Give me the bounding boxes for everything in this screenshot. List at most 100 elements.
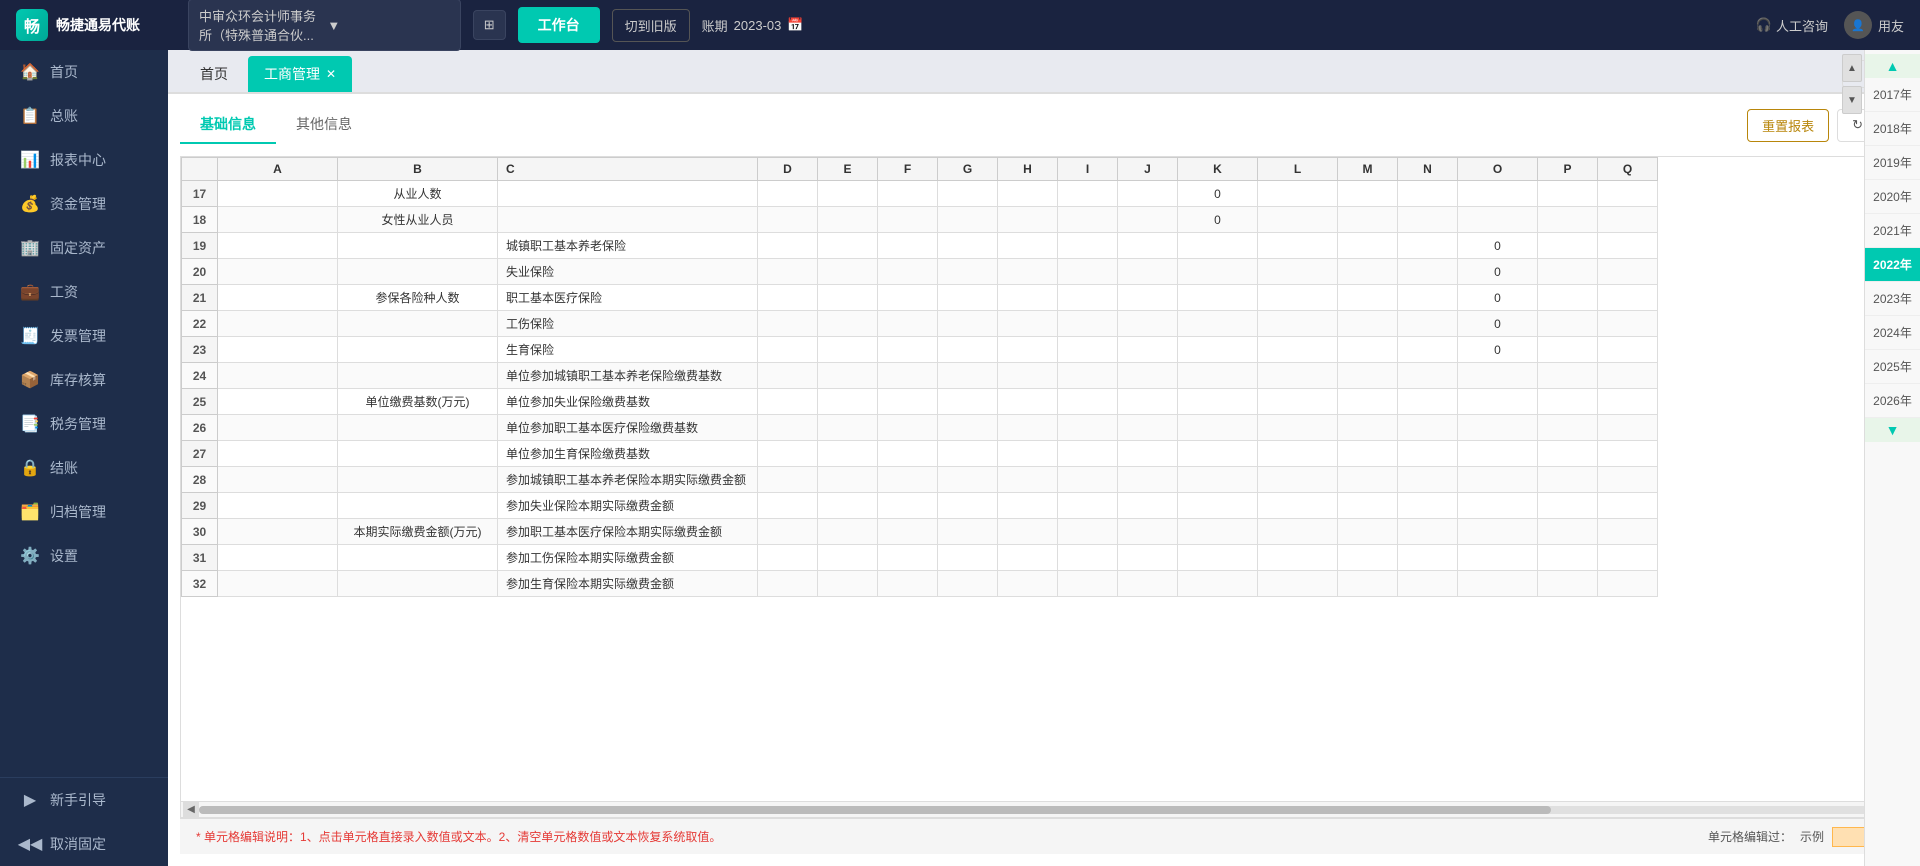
cell-n-30[interactable] bbox=[1398, 519, 1458, 545]
cell-i-32[interactable] bbox=[1058, 571, 1118, 597]
cell-i-17[interactable] bbox=[1058, 181, 1118, 207]
cell-e-19[interactable] bbox=[818, 233, 878, 259]
cell-i-20[interactable] bbox=[1058, 259, 1118, 285]
cell-b-22[interactable] bbox=[338, 311, 498, 337]
sheet-container[interactable]: A B C D E F G H I J K L M bbox=[181, 157, 1907, 801]
cell-j-32[interactable] bbox=[1118, 571, 1178, 597]
cell-b-29[interactable] bbox=[338, 493, 498, 519]
cell-k-27[interactable] bbox=[1178, 441, 1258, 467]
cell-m-24[interactable] bbox=[1338, 363, 1398, 389]
cell-h-19[interactable] bbox=[998, 233, 1058, 259]
cell-n-26[interactable] bbox=[1398, 415, 1458, 441]
cell-n-25[interactable] bbox=[1398, 389, 1458, 415]
user-service[interactable]: 🎧 人工咨询 bbox=[1756, 16, 1828, 35]
cell-d-25[interactable] bbox=[758, 389, 818, 415]
cell-n-24[interactable] bbox=[1398, 363, 1458, 389]
sub-tab-other[interactable]: 其他信息 bbox=[276, 106, 372, 144]
sidebar-item-invoice[interactable]: 🧾 发票管理 bbox=[0, 314, 168, 358]
cell-c-23[interactable]: 生育保险 bbox=[498, 337, 758, 363]
sidebar-item-ledger[interactable]: 📋 总账 bbox=[0, 94, 168, 138]
cell-m-23[interactable] bbox=[1338, 337, 1398, 363]
cell-g-30[interactable] bbox=[938, 519, 998, 545]
cell-j-22[interactable] bbox=[1118, 311, 1178, 337]
cell-l-25[interactable] bbox=[1258, 389, 1338, 415]
cell-a-25[interactable] bbox=[218, 389, 338, 415]
cell-a-17[interactable] bbox=[218, 181, 338, 207]
cell-q-20[interactable] bbox=[1598, 259, 1658, 285]
cell-a-18[interactable] bbox=[218, 207, 338, 233]
cell-a-19[interactable] bbox=[218, 233, 338, 259]
cell-q-21[interactable] bbox=[1598, 285, 1658, 311]
cell-p-17[interactable] bbox=[1538, 181, 1598, 207]
cell-i-28[interactable] bbox=[1058, 467, 1118, 493]
cell-p-29[interactable] bbox=[1538, 493, 1598, 519]
cell-f-24[interactable] bbox=[878, 363, 938, 389]
cell-k-30[interactable] bbox=[1178, 519, 1258, 545]
cell-f-31[interactable] bbox=[878, 545, 938, 571]
cell-j-28[interactable] bbox=[1118, 467, 1178, 493]
cell-d-22[interactable] bbox=[758, 311, 818, 337]
cell-l-32[interactable] bbox=[1258, 571, 1338, 597]
cell-b-21[interactable]: 参保各险种人数 bbox=[338, 285, 498, 311]
cell-p-22[interactable] bbox=[1538, 311, 1598, 337]
cell-p-24[interactable] bbox=[1538, 363, 1598, 389]
cell-q-26[interactable] bbox=[1598, 415, 1658, 441]
cell-p-20[interactable] bbox=[1538, 259, 1598, 285]
cell-a-32[interactable] bbox=[218, 571, 338, 597]
cell-m-21[interactable] bbox=[1338, 285, 1398, 311]
cell-j-24[interactable] bbox=[1118, 363, 1178, 389]
cell-j-30[interactable] bbox=[1118, 519, 1178, 545]
cell-c-18[interactable] bbox=[498, 207, 758, 233]
cell-c-22[interactable]: 工伤保险 bbox=[498, 311, 758, 337]
cell-q-25[interactable] bbox=[1598, 389, 1658, 415]
cell-e-26[interactable] bbox=[818, 415, 878, 441]
cell-g-24[interactable] bbox=[938, 363, 998, 389]
cell-b-25[interactable]: 单位缴费基数(万元) bbox=[338, 389, 498, 415]
cell-m-28[interactable] bbox=[1338, 467, 1398, 493]
cell-q-32[interactable] bbox=[1598, 571, 1658, 597]
cell-d-27[interactable] bbox=[758, 441, 818, 467]
cell-b-24[interactable] bbox=[338, 363, 498, 389]
cell-n-19[interactable] bbox=[1398, 233, 1458, 259]
cell-g-29[interactable] bbox=[938, 493, 998, 519]
cell-j-17[interactable] bbox=[1118, 181, 1178, 207]
cell-n-28[interactable] bbox=[1398, 467, 1458, 493]
cell-h-32[interactable] bbox=[998, 571, 1058, 597]
sidebar-item-archive[interactable]: 🗂️ 归档管理 bbox=[0, 490, 168, 534]
cell-n-18[interactable] bbox=[1398, 207, 1458, 233]
cell-i-24[interactable] bbox=[1058, 363, 1118, 389]
cell-i-30[interactable] bbox=[1058, 519, 1118, 545]
cell-h-30[interactable] bbox=[998, 519, 1058, 545]
cell-q-28[interactable] bbox=[1598, 467, 1658, 493]
cell-a-24[interactable] bbox=[218, 363, 338, 389]
cell-b-20[interactable] bbox=[338, 259, 498, 285]
cell-c-20[interactable]: 失业保险 bbox=[498, 259, 758, 285]
cell-h-29[interactable] bbox=[998, 493, 1058, 519]
cell-a-30[interactable] bbox=[218, 519, 338, 545]
year-2026[interactable]: 2026年 bbox=[1865, 384, 1920, 418]
cell-b-31[interactable] bbox=[338, 545, 498, 571]
cell-n-31[interactable] bbox=[1398, 545, 1458, 571]
cell-l-17[interactable] bbox=[1258, 181, 1338, 207]
cell-e-22[interactable] bbox=[818, 311, 878, 337]
cell-h-27[interactable] bbox=[998, 441, 1058, 467]
cell-j-20[interactable] bbox=[1118, 259, 1178, 285]
cell-e-17[interactable] bbox=[818, 181, 878, 207]
cell-n-32[interactable] bbox=[1398, 571, 1458, 597]
cell-l-31[interactable] bbox=[1258, 545, 1338, 571]
year-2018[interactable]: 2018年 bbox=[1865, 112, 1920, 146]
cell-f-30[interactable] bbox=[878, 519, 938, 545]
cell-n-22[interactable] bbox=[1398, 311, 1458, 337]
cell-l-28[interactable] bbox=[1258, 467, 1338, 493]
cell-o-21[interactable]: 0 bbox=[1458, 285, 1538, 311]
cell-m-20[interactable] bbox=[1338, 259, 1398, 285]
cell-f-28[interactable] bbox=[878, 467, 938, 493]
cell-i-29[interactable] bbox=[1058, 493, 1118, 519]
year-2023[interactable]: 2023年 bbox=[1865, 282, 1920, 316]
cell-q-27[interactable] bbox=[1598, 441, 1658, 467]
cell-e-27[interactable] bbox=[818, 441, 878, 467]
cell-c-28[interactable]: 参加城镇职工基本养老保险本期实际缴费金额 bbox=[498, 467, 758, 493]
cell-g-27[interactable] bbox=[938, 441, 998, 467]
cell-p-18[interactable] bbox=[1538, 207, 1598, 233]
cell-i-23[interactable] bbox=[1058, 337, 1118, 363]
